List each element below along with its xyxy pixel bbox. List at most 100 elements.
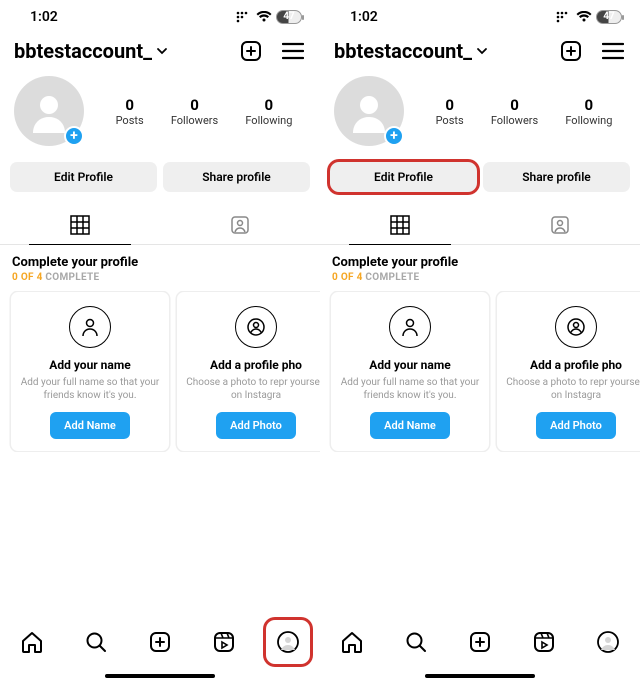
person-icon <box>389 306 431 348</box>
profile-avatar-icon <box>596 630 620 654</box>
stat-followers[interactable]: 0 Followers <box>171 96 218 127</box>
profile-summary: + 0 Posts 0 Followers 0 Following <box>320 70 640 154</box>
share-profile-button[interactable]: Share profile <box>483 162 630 192</box>
grid-icon <box>70 215 90 235</box>
battery-icon: 47 <box>596 10 622 24</box>
stat-posts[interactable]: 0 Posts <box>116 96 144 127</box>
cellular-icon <box>236 11 252 23</box>
status-bar: 1:02 47 <box>0 0 320 34</box>
nav-reels[interactable] <box>522 620 566 664</box>
card-add-name: Add your name Add your full name so that… <box>330 291 490 452</box>
grid-tab[interactable] <box>320 206 480 244</box>
onboarding-cards: Add your name Add your full name so that… <box>0 291 320 452</box>
chevron-down-icon <box>476 45 488 57</box>
nav-search[interactable] <box>74 620 118 664</box>
card-desc: Add your full name so that your friends … <box>19 376 161 402</box>
nav-create[interactable] <box>458 620 502 664</box>
card-title: Add a profile pho <box>530 358 622 372</box>
person-icon <box>69 306 111 348</box>
username-text: bbtestaccount_ <box>14 39 152 63</box>
tagged-tab[interactable] <box>160 206 320 244</box>
avatar[interactable]: + <box>14 76 84 146</box>
wifi-icon <box>576 11 592 23</box>
tagged-tab[interactable] <box>480 206 640 244</box>
avatar-placeholder-icon <box>345 87 393 135</box>
card-add-name: Add your name Add your full name so that… <box>10 291 170 452</box>
profile-summary: + 0 Posts 0 Followers 0 Following <box>0 70 320 154</box>
card-desc: Choose a photo to repr yourself on Insta… <box>505 376 640 402</box>
edit-profile-button[interactable]: Edit Profile <box>330 162 477 192</box>
home-indicator <box>105 674 215 678</box>
status-time: 1:02 <box>30 9 58 25</box>
profile-header: bbtestaccount_ <box>320 34 640 70</box>
hamburger-menu-icon[interactable] <box>600 38 626 64</box>
complete-profile-title: Complete your profile <box>0 245 320 272</box>
reels-icon <box>532 630 556 654</box>
complete-profile-title: Complete your profile <box>320 245 640 272</box>
chevron-down-icon <box>156 45 168 57</box>
add-photo-button[interactable]: Add Photo <box>536 412 616 439</box>
reels-icon <box>212 630 236 654</box>
username-dropdown[interactable]: bbtestaccount_ <box>334 39 488 63</box>
card-title: Add your name <box>369 358 450 372</box>
phone-right: 1:02 47 bbtestaccount_ <box>320 0 640 686</box>
stat-followers[interactable]: 0 Followers <box>491 96 538 127</box>
profile-header: bbtestaccount_ <box>0 34 320 70</box>
tagged-icon <box>549 214 571 236</box>
battery-icon: 47 <box>276 10 302 24</box>
hamburger-menu-icon[interactable] <box>280 38 306 64</box>
profile-photo-icon <box>235 306 277 348</box>
profile-tabs <box>320 206 640 245</box>
add-story-badge[interactable]: + <box>384 126 404 146</box>
avatar[interactable]: + <box>334 76 404 146</box>
bottom-nav <box>0 610 320 686</box>
nav-reels[interactable] <box>202 620 246 664</box>
onboarding-cards: Add your name Add your full name so that… <box>320 291 640 452</box>
nav-search[interactable] <box>394 620 438 664</box>
home-icon <box>20 630 44 654</box>
create-post-icon[interactable] <box>238 38 264 64</box>
card-desc: Add your full name so that your friends … <box>339 376 481 402</box>
edit-profile-button[interactable]: Edit Profile <box>10 162 157 192</box>
nav-profile[interactable] <box>586 620 630 664</box>
card-title: Add your name <box>49 358 130 372</box>
profile-tabs <box>0 206 320 245</box>
phone-left: 1:02 47 bbtestaccount_ <box>0 0 320 686</box>
tagged-icon <box>229 214 251 236</box>
profile-avatar-icon <box>276 630 300 654</box>
add-name-button[interactable]: Add Name <box>50 412 130 439</box>
profile-photo-icon <box>555 306 597 348</box>
cellular-icon <box>556 11 572 23</box>
nav-profile[interactable] <box>266 620 310 664</box>
avatar-placeholder-icon <box>25 87 73 135</box>
stat-following[interactable]: 0 Following <box>565 96 612 127</box>
stat-posts[interactable]: 0 Posts <box>436 96 464 127</box>
home-indicator <box>425 674 535 678</box>
complete-progress: 0 OF 4 COMPLETE <box>320 272 640 291</box>
add-name-button[interactable]: Add Name <box>370 412 450 439</box>
share-profile-button[interactable]: Share profile <box>163 162 310 192</box>
plus-square-icon <box>468 630 492 654</box>
grid-icon <box>390 215 410 235</box>
plus-square-icon <box>148 630 172 654</box>
add-photo-button[interactable]: Add Photo <box>216 412 296 439</box>
search-icon <box>84 630 108 654</box>
card-add-photo: Add a profile pho Choose a photo to repr… <box>176 291 320 452</box>
status-bar: 1:02 47 <box>320 0 640 34</box>
create-post-icon[interactable] <box>558 38 584 64</box>
nav-home[interactable] <box>10 620 54 664</box>
card-title: Add a profile pho <box>210 358 302 372</box>
add-story-badge[interactable]: + <box>64 126 84 146</box>
search-icon <box>404 630 428 654</box>
username-text: bbtestaccount_ <box>334 39 472 63</box>
home-icon <box>340 630 364 654</box>
bottom-nav <box>320 610 640 686</box>
nav-home[interactable] <box>330 620 374 664</box>
username-dropdown[interactable]: bbtestaccount_ <box>14 39 168 63</box>
complete-progress: 0 OF 4 COMPLETE <box>0 272 320 291</box>
grid-tab[interactable] <box>0 206 160 244</box>
nav-create[interactable] <box>138 620 182 664</box>
card-desc: Choose a photo to repr yourself on Insta… <box>185 376 320 402</box>
status-time: 1:02 <box>350 9 378 25</box>
stat-following[interactable]: 0 Following <box>245 96 292 127</box>
